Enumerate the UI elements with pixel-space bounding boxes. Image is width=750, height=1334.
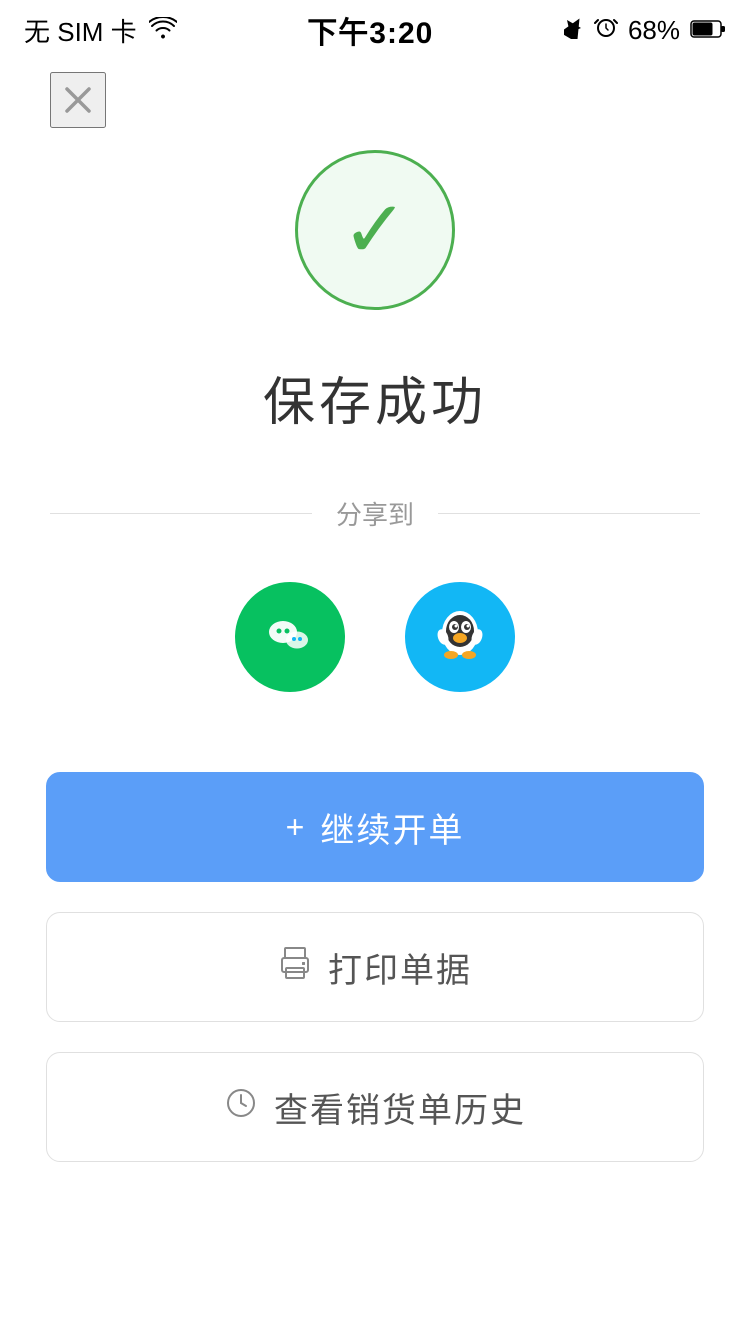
share-icons-container <box>235 582 515 692</box>
status-right: 68% <box>564 15 726 46</box>
share-label: 分享到 <box>312 495 438 532</box>
plus-icon: + <box>286 809 305 846</box>
divider-right <box>438 513 700 514</box>
close-button[interactable] <box>50 72 106 128</box>
wifi-icon <box>149 15 177 46</box>
print-label: 打印单据 <box>328 943 472 992</box>
printer-icon <box>278 946 312 988</box>
success-circle: ✓ <box>295 150 455 310</box>
history-icon <box>224 1086 258 1128</box>
share-divider: 分享到 <box>0 495 750 532</box>
status-time: 下午3:20 <box>307 8 433 52</box>
status-left: 无 SIM 卡 <box>24 12 177 49</box>
checkmark-icon: ✓ <box>341 190 408 270</box>
location-icon <box>564 15 584 46</box>
continue-label: 继续开单 <box>320 803 464 852</box>
qq-share-button[interactable] <box>405 582 515 692</box>
battery-percentage: 68% <box>628 15 680 46</box>
action-buttons: + 继续开单 打印单据 查看销货单历史 <box>0 772 750 1162</box>
battery-icon <box>690 15 726 46</box>
wechat-share-button[interactable] <box>235 582 345 692</box>
status-bar: 无 SIM 卡 下午3:20 68% <box>0 0 750 60</box>
main-content: ✓ 保存成功 分享到 <box>0 60 750 1162</box>
divider-left <box>50 513 312 514</box>
history-button[interactable]: 查看销货单历史 <box>46 1052 704 1162</box>
no-sim-text: 无 SIM 卡 <box>24 12 137 49</box>
continue-button[interactable]: + 继续开单 <box>46 772 704 882</box>
success-title: 保存成功 <box>263 360 487 435</box>
history-label: 查看销货单历史 <box>274 1083 526 1132</box>
alarm-icon <box>594 15 618 46</box>
print-button[interactable]: 打印单据 <box>46 912 704 1022</box>
